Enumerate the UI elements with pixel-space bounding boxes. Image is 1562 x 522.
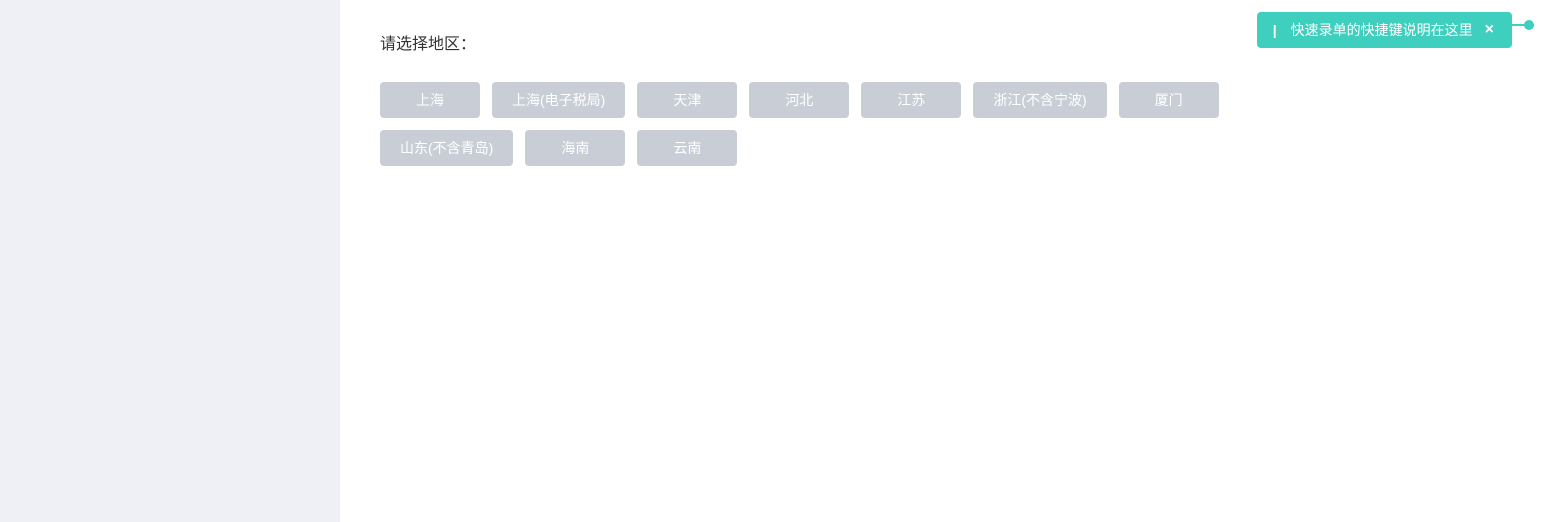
region-button[interactable]: 云南 xyxy=(637,130,737,166)
region-button[interactable]: 山东(不含青岛) xyxy=(380,130,513,166)
region-button[interactable]: 上海(电子税局) xyxy=(492,82,625,118)
tooltip-bar: 快速录单的快捷键说明在这里 × xyxy=(1257,12,1512,48)
region-button[interactable]: 浙江(不含宁波) xyxy=(973,82,1106,118)
region-button[interactable]: 江苏 xyxy=(861,82,961,118)
region-button[interactable]: 上海 xyxy=(380,82,480,118)
tooltip-connector-dot xyxy=(1524,20,1534,30)
region-button[interactable]: 厦门 xyxy=(1119,82,1219,118)
region-button[interactable]: 河北 xyxy=(749,82,849,118)
region-button[interactable]: 海南 xyxy=(525,130,625,166)
region-button[interactable]: 天津 xyxy=(637,82,737,118)
tooltip-close-button[interactable]: × xyxy=(1483,22,1496,38)
region-row-1: 上海上海(电子税局) 天津河北江苏浙江(不含宁波) 厦门 xyxy=(380,82,1522,118)
tooltip-text: 快速录单的快捷键说明在这里 xyxy=(1291,20,1473,40)
left-sidebar xyxy=(0,0,340,522)
main-content: 请选择地区： 上海上海(电子税局)天津河北江苏浙江(不含宁波)厦门 山东(不含青… xyxy=(340,0,1562,522)
region-row-2: 山东(不含青岛) 海南云南 xyxy=(380,130,1522,166)
